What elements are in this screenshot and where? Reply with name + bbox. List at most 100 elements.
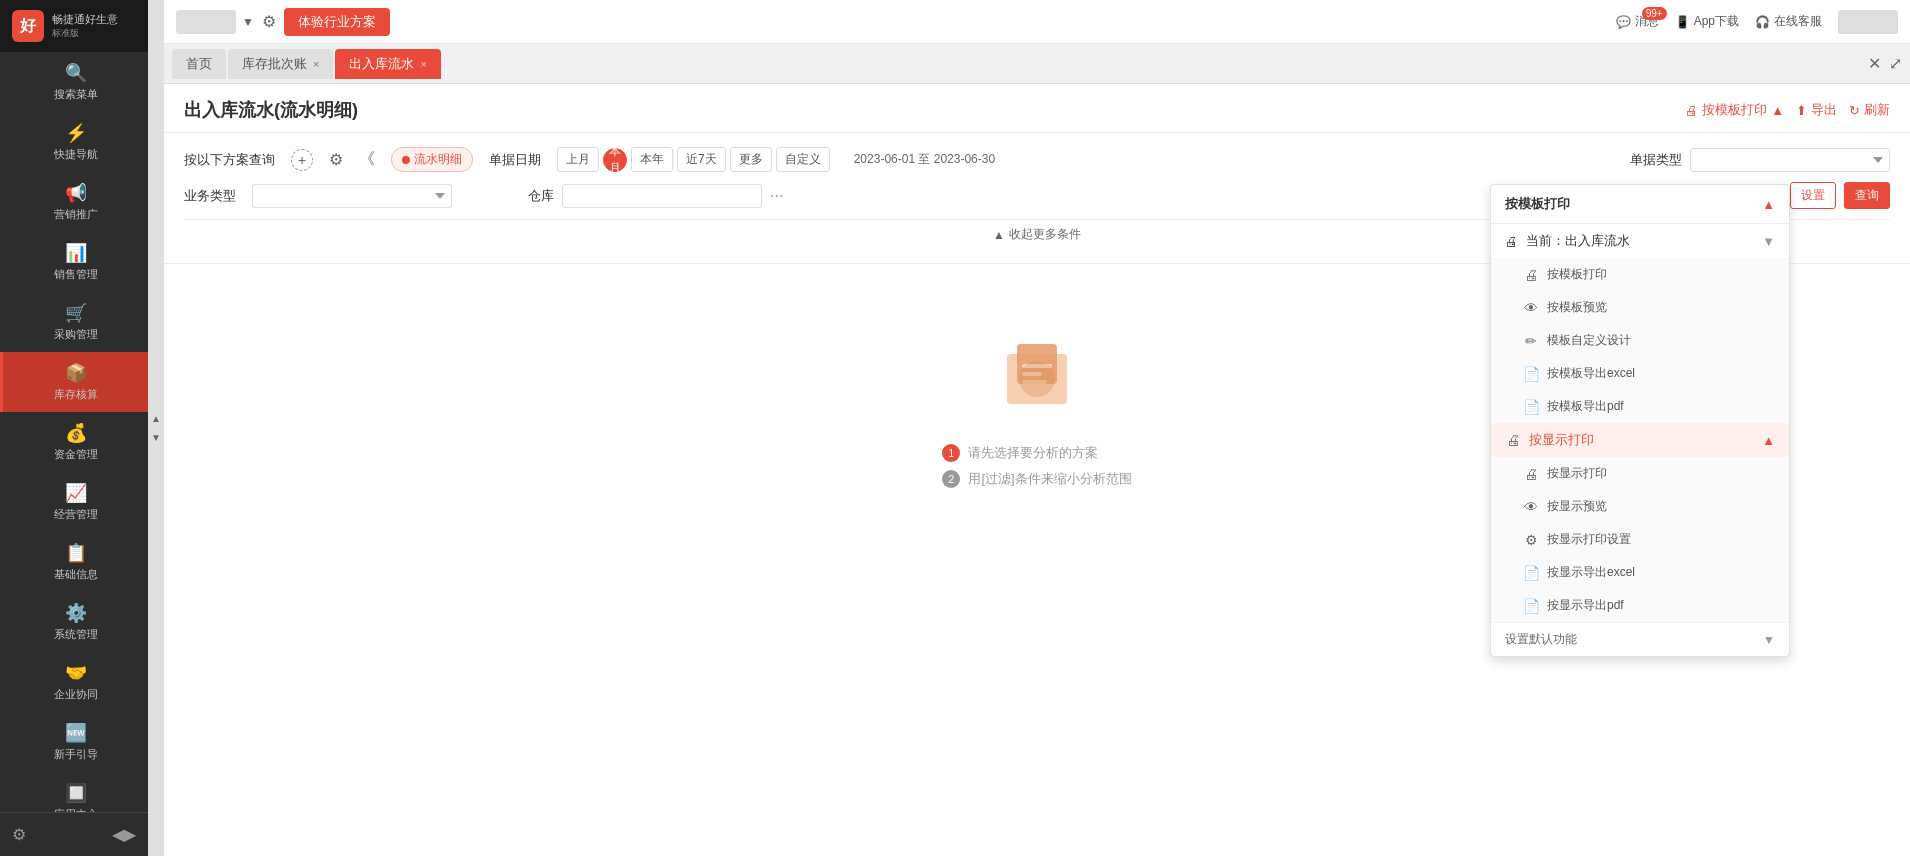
query-btn[interactable]: 查询 <box>1844 182 1890 209</box>
user-chevron-icon: ▼ <box>242 15 254 29</box>
sidebar-item-quick-nav[interactable]: ⚡ 快捷导航 <box>0 112 148 172</box>
template-export-excel-icon: 📄 <box>1523 366 1539 382</box>
dropdown-footer-icon: ▼ <box>1763 633 1775 647</box>
sidebar-item-marketing[interactable]: 📢 营销推广 <box>0 172 148 232</box>
dropdown-display-print[interactable]: 🖨 按显示打印 <box>1491 457 1789 490</box>
filter-add-btn[interactable]: + <box>291 149 313 171</box>
filter-date-7-days[interactable]: 近7天 <box>677 147 726 172</box>
tab-expand-btn[interactable]: ⤢ <box>1889 54 1902 73</box>
step2-text: 用[过滤]条件来缩小分析范围 <box>968 466 1131 492</box>
tab-inout-flow[interactable]: 出入库流水 × <box>335 49 440 79</box>
settings-btn[interactable]: 设置 <box>1790 182 1836 209</box>
operations-icon: 📈 <box>65 482 87 504</box>
dropdown-expand-icon[interactable]: ▲ <box>1762 197 1775 212</box>
message-btn[interactable]: 💬 消息 99+ <box>1616 13 1659 30</box>
filter-search-label: 按以下方案查询 <box>184 151 275 169</box>
print-label: 按模板打印 <box>1702 101 1767 119</box>
filter-date-this-month[interactable]: 本月 <box>603 148 627 172</box>
dropdown-display-settings[interactable]: ⚙ 按显示打印设置 <box>1491 523 1789 556</box>
filter-date-last-month[interactable]: 上月 <box>557 147 599 172</box>
print-btn[interactable]: 🖨 按模板打印 ▲ <box>1685 101 1784 119</box>
cooperation-icon: 🤝 <box>65 662 87 684</box>
topbar-settings-icon[interactable]: ⚙ <box>262 12 276 31</box>
dropdown-template-print[interactable]: 🖨 按模板打印 <box>1491 258 1789 291</box>
content-area: 出入库流水(流水明细) 🖨 按模板打印 ▲ ⬆ 导出 ↻ 刷新 <box>164 84 1910 856</box>
sidebar-item-app-center[interactable]: 🔲 应用中心 <box>0 772 148 812</box>
page-title: 出入库流水(流水明细) <box>184 98 358 122</box>
display-export-pdf-label: 按显示导出pdf <box>1547 597 1624 614</box>
sidebar: 好 畅捷通好生意 标准版 🔍 搜索菜单 ⚡ 快捷导航 📢 营销推广 📊 销售管理… <box>0 0 148 856</box>
filter-warehouse-group: 仓库 ··· <box>528 184 783 208</box>
tab-close-btn[interactable]: ✕ <box>1868 54 1881 73</box>
filter-settings-icon[interactable]: ⚙ <box>329 150 343 169</box>
filter-date-custom[interactable]: 自定义 <box>776 147 830 172</box>
app-download-btn[interactable]: 📱 App下载 <box>1675 13 1739 30</box>
template-preview-label: 按模板预览 <box>1547 299 1607 316</box>
filter-business-select[interactable] <box>252 184 452 208</box>
dropdown-display-header[interactable]: 🖨 按显示打印 ▲ <box>1491 423 1789 457</box>
sidebar-item-sales[interactable]: 📊 销售管理 <box>0 232 148 292</box>
template-print-icon: 🖨 <box>1523 267 1539 283</box>
filter-warehouse-dots[interactable]: ··· <box>770 187 783 205</box>
step2-num: 2 <box>942 470 960 488</box>
tab-inout-flow-label: 出入库流水 <box>349 55 414 73</box>
tab-bar: 首页 库存批次账 × 出入库流水 × ✕ ⤢ <box>164 44 1910 84</box>
filter-date-range: 2023-06-01 至 2023-06-30 <box>854 151 995 168</box>
filter-warehouse-label: 仓库 <box>528 187 554 205</box>
sidebar-item-operations[interactable]: 📈 经营管理 <box>0 472 148 532</box>
sidebar-item-guide[interactable]: 🆕 新手引导 <box>0 712 148 772</box>
tab-inout-flow-close[interactable]: × <box>420 58 426 70</box>
topbar-user-avatar[interactable] <box>1838 10 1898 34</box>
sidebar-collapse-icon[interactable]: ◀▶ <box>112 825 136 844</box>
step1-num: 1 <box>942 444 960 462</box>
sidebar-item-basic-info[interactable]: 📋 基础信息 <box>0 532 148 592</box>
dropdown-template-preview[interactable]: 👁 按模板预览 <box>1491 291 1789 324</box>
sidebar-item-search[interactable]: 🔍 搜索菜单 <box>0 52 148 112</box>
collapse-label: 收起更多条件 <box>1009 226 1081 243</box>
tab-inventory-batch[interactable]: 库存批次账 × <box>228 49 333 79</box>
sales-label: 销售管理 <box>54 267 98 282</box>
sales-icon: 📊 <box>65 242 87 264</box>
quick-nav-icon: ⚡ <box>65 122 87 144</box>
app-logo-icon: 好 <box>12 10 44 42</box>
filter-date-this-year[interactable]: 本年 <box>631 147 673 172</box>
sidebar-settings-icon[interactable]: ⚙ <box>12 825 26 844</box>
scroll-down-btn[interactable]: ▼ <box>147 428 165 447</box>
display-print-label: 按显示打印 <box>1547 465 1607 482</box>
sidebar-item-purchase[interactable]: 🛒 采购管理 <box>0 292 148 352</box>
topbar-actions: 💬 消息 99+ 📱 App下载 🎧 在线客服 <box>1616 10 1898 34</box>
sidebar-item-finance[interactable]: 💰 资金管理 <box>0 412 148 472</box>
refresh-btn[interactable]: ↻ 刷新 <box>1849 101 1890 119</box>
topbar-user[interactable]: ▼ <box>176 10 254 34</box>
trial-btn[interactable]: 体验行业方案 <box>284 8 390 36</box>
app-download-icon: 📱 <box>1675 15 1690 29</box>
print-chevron-icon: ▲ <box>1771 103 1784 118</box>
dropdown-footer[interactable]: 设置默认功能 ▼ <box>1491 622 1789 656</box>
sidebar-item-inventory[interactable]: 📦 库存核算 <box>0 352 148 412</box>
dropdown-current[interactable]: 🖨 当前：出入库流水 ▼ <box>1491 224 1789 258</box>
tab-inventory-batch-close[interactable]: × <box>313 58 319 70</box>
filter-date-more[interactable]: 更多 <box>730 147 772 172</box>
dropdown-display-export-pdf[interactable]: 📄 按显示导出pdf <box>1491 589 1789 622</box>
scroll-up-btn[interactable]: ▲ <box>147 409 165 428</box>
dropdown-template-export-excel[interactable]: 📄 按模板导出excel <box>1491 357 1789 390</box>
app-badge: 标准版 <box>52 27 118 40</box>
empty-step-1: 1 请先选择要分析的方案 <box>942 440 1131 466</box>
finance-label: 资金管理 <box>54 447 98 462</box>
filter-voucher-select[interactable] <box>1690 148 1890 172</box>
online-service-btn[interactable]: 🎧 在线客服 <box>1755 13 1822 30</box>
dropdown-template-export-pdf[interactable]: 📄 按模板导出pdf <box>1491 390 1789 423</box>
dropdown-display-preview[interactable]: 👁 按显示预览 <box>1491 490 1789 523</box>
filter-warehouse-input[interactable] <box>562 184 762 208</box>
dropdown-template-customize[interactable]: ✏ 模板自定义设计 <box>1491 324 1789 357</box>
filter-tag[interactable]: 流水明细 <box>391 147 473 172</box>
filter-date-btns: 上月 本月 本年 近7天 更多 自定义 <box>557 147 830 172</box>
export-btn[interactable]: ⬆ 导出 <box>1796 101 1837 119</box>
dropdown-footer-label: 设置默认功能 <box>1505 631 1577 648</box>
sidebar-item-cooperation[interactable]: 🤝 企业协同 <box>0 652 148 712</box>
tab-home[interactable]: 首页 <box>172 49 226 79</box>
dropdown-display-export-excel[interactable]: 📄 按显示导出excel <box>1491 556 1789 589</box>
sidebar-item-system[interactable]: ⚙️ 系统管理 <box>0 592 148 652</box>
filter-collapse-icon[interactable]: 《 <box>359 149 375 170</box>
display-export-excel-label: 按显示导出excel <box>1547 564 1635 581</box>
